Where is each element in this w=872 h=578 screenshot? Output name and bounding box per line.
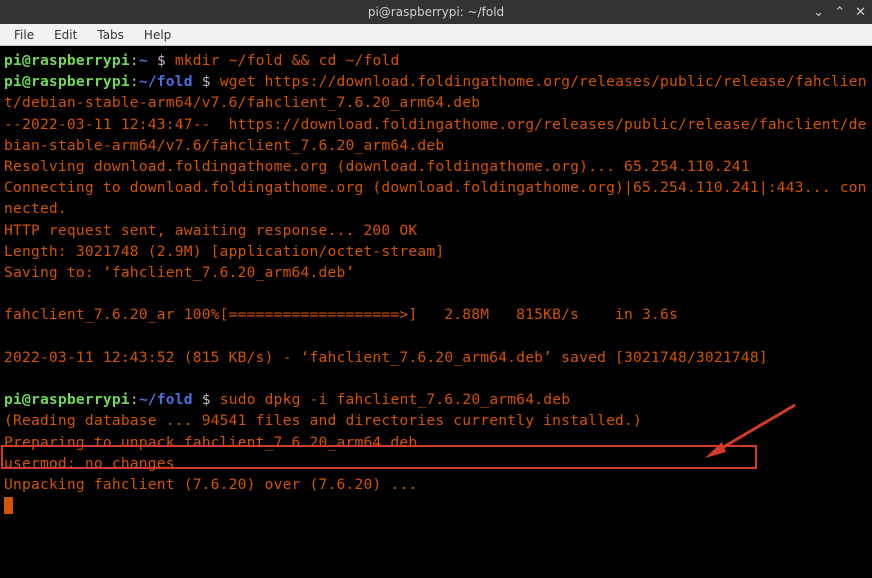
- close-icon[interactable]: ✕: [855, 6, 866, 19]
- cmd-dpkg: sudo dpkg -i fahclient_7.6.20_arm64.deb: [220, 391, 570, 408]
- window-title: pi@raspberrypi: ~/fold: [368, 5, 504, 19]
- prompt-sigil: $: [202, 73, 211, 90]
- minimize-icon[interactable]: ⌄: [813, 6, 824, 19]
- prompt-sep: :: [130, 73, 139, 90]
- out-saved: 2022-03-11 12:43:52 (815 KB/s) - ‘fahcli…: [4, 349, 768, 366]
- out-wget-ts: --2022-03-11 12:43:47-- https://download…: [4, 116, 867, 154]
- menubar: File Edit Tabs Help: [0, 24, 872, 46]
- prompt-sigil: $: [157, 52, 166, 69]
- out-usermod: usermod: no changes: [4, 455, 175, 472]
- menu-tabs[interactable]: Tabs: [89, 26, 132, 44]
- menu-edit[interactable]: Edit: [46, 26, 85, 44]
- prompt-sigil: $: [202, 391, 211, 408]
- prompt-sep: :: [130, 391, 139, 408]
- titlebar: pi@raspberrypi: ~/fold ⌄ ⌃ ✕: [0, 0, 872, 24]
- prompt-userhost: pi@raspberrypi: [4, 391, 130, 408]
- prompt-path: ~/fold: [139, 391, 193, 408]
- prompt-path: ~/fold: [139, 73, 193, 90]
- prompt-sep: :: [130, 52, 139, 69]
- terminal[interactable]: pi@raspberrypi:~ $ mkdir ~/fold && cd ~/…: [0, 46, 872, 578]
- out-reading: (Reading database ... 94541 files and di…: [4, 412, 642, 429]
- out-progress: fahclient_7.6.20_ar 100%[===============…: [4, 306, 678, 323]
- prompt-userhost: pi@raspberrypi: [4, 52, 130, 69]
- out-unpacking: Unpacking fahclient (7.6.20) over (7.6.2…: [4, 476, 417, 493]
- prompt-userhost: pi@raspberrypi: [4, 73, 130, 90]
- prompt-path: ~: [139, 52, 148, 69]
- out-resolving: Resolving download.foldingathome.org (do…: [4, 158, 750, 175]
- menu-help[interactable]: Help: [136, 26, 179, 44]
- annotation-arrow-icon: [700, 400, 800, 460]
- menu-file[interactable]: File: [6, 26, 42, 44]
- maximize-icon[interactable]: ⌃: [834, 6, 845, 19]
- cmd-mkdir: mkdir ~/fold && cd ~/fold: [175, 52, 400, 69]
- out-saving: Saving to: ‘fahclient_7.6.20_arm64.deb’: [4, 264, 354, 281]
- out-length: Length: 3021748 (2.9M) [application/octe…: [4, 243, 444, 260]
- out-preparing: Preparing to unpack fahclient_7.6.20_arm…: [4, 434, 453, 451]
- out-http: HTTP request sent, awaiting response... …: [4, 222, 417, 239]
- out-connecting: Connecting to download.foldingathome.org…: [4, 179, 867, 217]
- window-controls: ⌄ ⌃ ✕: [813, 6, 866, 19]
- cursor: [4, 497, 13, 514]
